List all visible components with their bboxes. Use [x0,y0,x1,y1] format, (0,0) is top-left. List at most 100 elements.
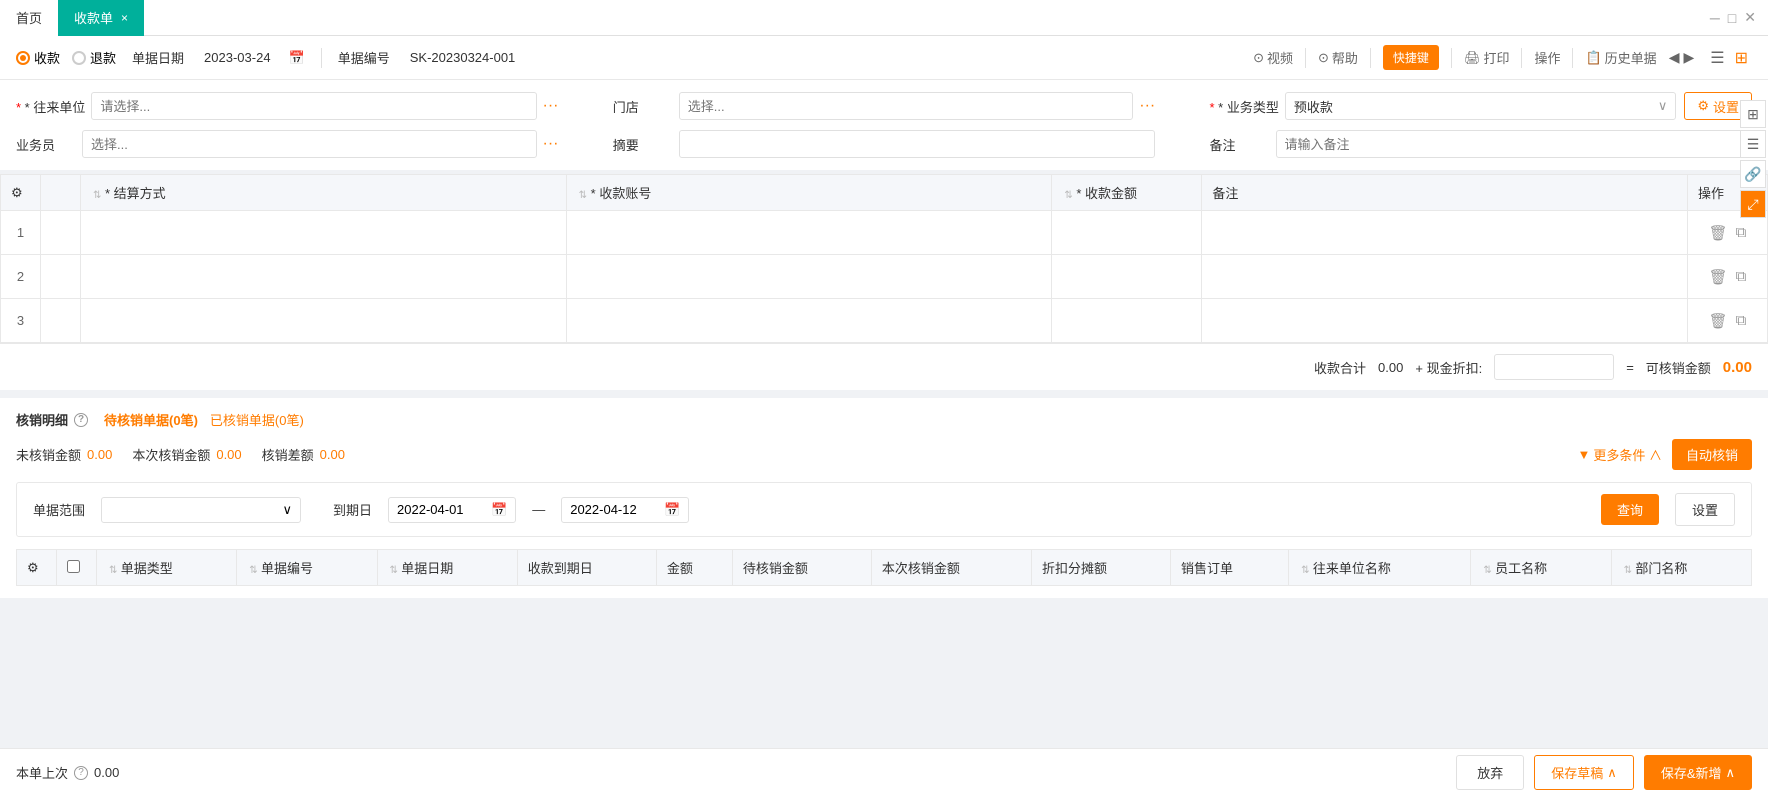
sidebar-link-icon[interactable]: 🔗 [1740,160,1766,188]
radio-refund-circle [72,51,86,65]
row-3-amount[interactable] [1052,299,1202,343]
verify-title: 核销明细 ? [16,410,88,429]
ops-link[interactable]: 操作 [1534,48,1560,67]
grid-view-btn[interactable]: ⊞ [1731,46,1752,70]
row-num-3: 3 [1,299,41,343]
verification-section: 核销明细 ? 待核销单据(0笔) 已核销单据(0笔) 未核销金额 0.00 本次… [0,398,1768,598]
row-2-remark[interactable] [1202,255,1688,299]
save-draft-btn[interactable]: 保存草稿 ∧ [1534,755,1634,790]
next-arrow[interactable]: ▶ [1683,49,1694,66]
cal-from-icon[interactable]: 📅 [491,502,507,518]
counterparty-more-icon[interactable]: ··· [543,98,559,114]
tab-home[interactable]: 首页 [0,0,58,36]
close-btn[interactable]: ✕ [1744,9,1756,26]
remark-field: 备注 [1210,130,1753,158]
row-2-settlement-input[interactable] [81,255,566,298]
row-3-delete-btn[interactable]: 🗑 [1709,312,1728,330]
radio-receipt[interactable]: 收款 [16,48,60,67]
row-1-account-input[interactable] [567,211,1052,254]
save-new-btn[interactable]: 保存&新增 ∧ [1644,755,1752,790]
video-link[interactable]: ⊙ 视频 [1253,48,1293,67]
sidebar-expand-icon[interactable]: ⤢ [1740,190,1766,218]
sidebar-list-icon[interactable]: ☰ [1740,130,1766,158]
row-3-remark[interactable] [1202,299,1688,343]
row-2-amount-input[interactable] [1052,255,1201,298]
row-1-copy-btn[interactable]: ⧉ [1736,224,1747,241]
due-date-from-input[interactable] [397,502,487,517]
radio-refund[interactable]: 退款 [72,48,116,67]
discount-input[interactable] [1494,354,1614,380]
help-link[interactable]: ⊙ 帮助 [1318,48,1358,67]
verify-info-icon[interactable]: ? [74,413,88,427]
staff-more-icon[interactable]: ··· [543,136,559,152]
store-more-icon[interactable]: ··· [1139,98,1155,114]
bth-check[interactable] [57,550,97,586]
verify-settings-btn[interactable]: 设置 [1675,493,1735,526]
verify-stat-unverified: 未核销金额 0.00 [16,445,112,464]
right-sidebar: ⊞ ☰ 🔗 ⤢ [1740,100,1768,218]
due-date-from[interactable]: 📅 [388,497,516,523]
row-2-settlement[interactable] [81,255,567,299]
abandon-btn[interactable]: 放弃 [1456,755,1524,790]
print-link[interactable]: 🖨 打印 [1464,48,1510,67]
summary-row: 收款合计 0.00 + 现金折扣: = 可核销金额 0.00 [0,343,1768,390]
th-settlement: ⇅ * 结算方式 [81,175,567,211]
shortcut-btn[interactable]: 快捷键 [1383,45,1439,70]
row-1-settlement-input[interactable] [81,211,566,254]
prev-arrow[interactable]: ◀ [1669,49,1680,66]
biz-type-select[interactable]: 预收款 ∨ [1285,92,1676,120]
store-input[interactable] [679,92,1134,120]
row-1-amount-input[interactable] [1052,211,1201,254]
row-2-remark-input[interactable] [1202,255,1687,298]
query-btn[interactable]: 查询 [1601,494,1659,525]
row-2-amount[interactable] [1052,255,1202,299]
save-draft-arrow: ∧ [1607,765,1617,781]
select-all-check[interactable] [67,560,80,573]
divider-2 [1305,48,1306,68]
minimize-btn[interactable]: ─ [1710,10,1720,26]
row-1-remark-input[interactable] [1202,211,1687,254]
due-date-to-input[interactable] [570,502,660,517]
bth-settings[interactable]: ⚙ [17,550,57,586]
row-3-settlement[interactable] [81,299,567,343]
remark-input[interactable] [1276,130,1753,158]
row-1-settlement[interactable] [81,211,567,255]
row-1-account[interactable] [566,211,1052,255]
row-1-empty [41,211,81,255]
tab-receipt[interactable]: 收款单 × [58,0,144,36]
sidebar-table-icon[interactable]: ⊞ [1740,100,1766,128]
tab-close-icon[interactable]: × [121,11,128,25]
verify-tab-verified[interactable]: 已核销单据(0笔) [210,410,304,429]
auto-verify-btn[interactable]: 自动核销 [1672,439,1752,470]
row-2-account-input[interactable] [567,255,1052,298]
cal-to-icon[interactable]: 📅 [664,502,680,518]
window-controls: ─ □ ✕ [1710,9,1768,26]
row-1-delete-btn[interactable]: 🗑 [1709,224,1728,242]
row-3-settlement-input[interactable] [81,299,566,342]
row-1-amount[interactable] [1052,211,1202,255]
row-3-copy-btn[interactable]: ⧉ [1736,312,1747,329]
row-3-account-input[interactable] [567,299,1052,342]
row-3-amount-input[interactable] [1052,299,1201,342]
counterparty-input[interactable] [91,92,536,120]
row-3-remark-input[interactable] [1202,299,1687,342]
footer-info-icon[interactable]: ? [74,766,88,780]
calendar-icon[interactable]: 📅 [289,50,305,66]
row-2-copy-btn[interactable]: ⧉ [1736,268,1747,285]
th-settings[interactable]: ⚙ [1,175,41,211]
row-1-remark[interactable] [1202,211,1688,255]
staff-input[interactable] [82,130,537,158]
row-3-account[interactable] [566,299,1052,343]
list-view-btn[interactable]: ☰ [1706,46,1728,70]
date-range-select[interactable]: ∨ [101,497,301,523]
sort-icon-2: ⇅ [579,190,587,201]
history-link[interactable]: 📋 历史单据 [1585,48,1656,67]
row-2-delete-btn[interactable]: 🗑 [1709,268,1728,286]
row-2-account[interactable] [566,255,1052,299]
bth-dept: ⇅ 部门名称 [1611,550,1751,586]
maximize-btn[interactable]: □ [1728,10,1736,26]
summary-input[interactable] [679,130,1156,158]
due-date-to[interactable]: 📅 [561,497,689,523]
more-conditions-link[interactable]: ▼ 更多条件 ∧ [1577,445,1662,464]
verify-tab-pending[interactable]: 待核销单据(0笔) [104,410,198,429]
